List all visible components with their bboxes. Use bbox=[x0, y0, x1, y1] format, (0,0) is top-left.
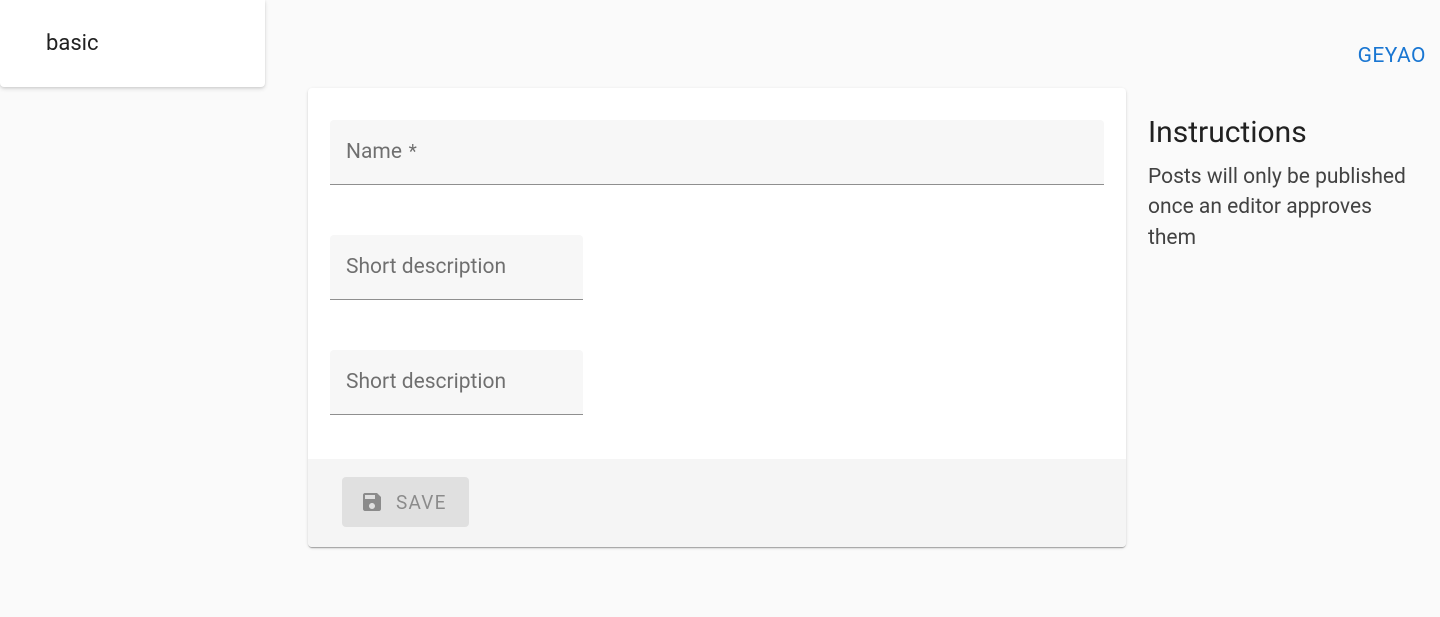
form-card: Name * Short description Short descripti… bbox=[308, 88, 1126, 547]
header-link-geyao[interactable]: GEYAO bbox=[1358, 44, 1426, 68]
form-footer: SAVE bbox=[308, 459, 1126, 547]
save-button[interactable]: SAVE bbox=[342, 477, 469, 527]
instructions-body: Posts will only be published once an edi… bbox=[1148, 162, 1416, 253]
tab-basic[interactable]: basic bbox=[0, 0, 265, 87]
save-button-label: SAVE bbox=[396, 491, 447, 514]
tab-label: basic bbox=[46, 31, 99, 56]
short-description-input-2[interactable] bbox=[330, 350, 583, 414]
name-input[interactable] bbox=[330, 120, 1104, 184]
short-description-field-1[interactable]: Short description bbox=[330, 235, 583, 300]
name-field[interactable]: Name * bbox=[330, 120, 1104, 185]
save-icon bbox=[360, 490, 384, 514]
form-body: Name * Short description Short descripti… bbox=[308, 88, 1126, 459]
short-description-input-1[interactable] bbox=[330, 235, 583, 299]
instructions-title: Instructions bbox=[1148, 115, 1416, 150]
short-description-field-2[interactable]: Short description bbox=[330, 350, 583, 415]
instructions-panel: Instructions Posts will only be publishe… bbox=[1148, 115, 1416, 253]
